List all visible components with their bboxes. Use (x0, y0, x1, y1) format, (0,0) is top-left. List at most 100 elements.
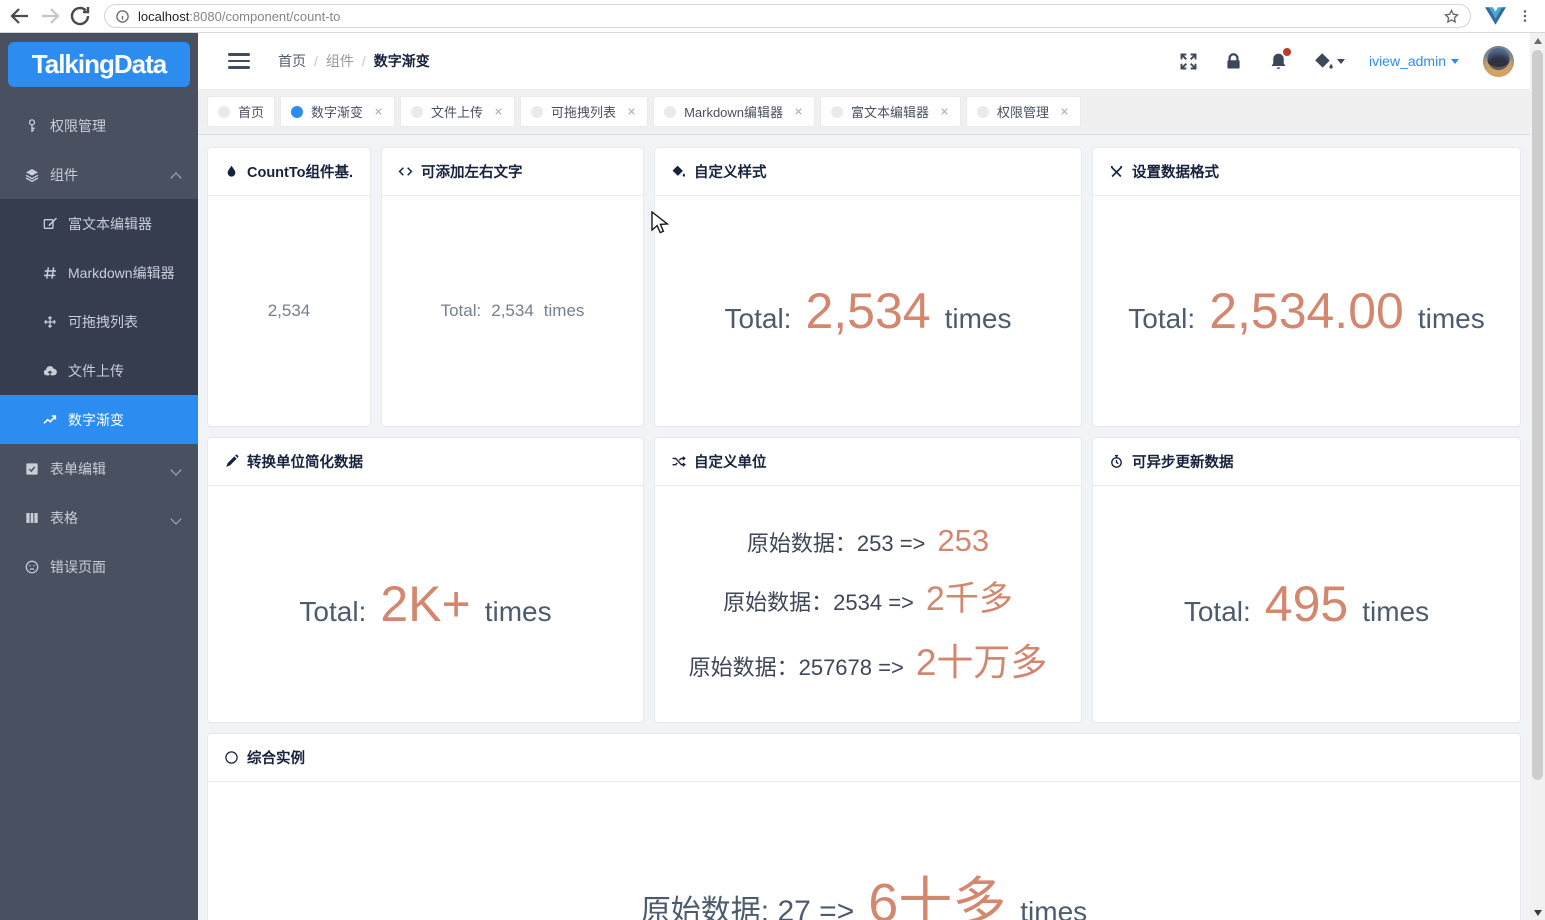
app-logo[interactable]: TalkingData (8, 42, 190, 87)
close-icon[interactable] (793, 106, 804, 117)
tag-dot (291, 105, 304, 118)
globe-icon (224, 750, 239, 765)
scroll-down-arrow-icon[interactable] (1530, 905, 1545, 920)
url-text[interactable]: localhost:8080/component/count-to (138, 9, 340, 24)
scrollbar-thumb[interactable] (1532, 50, 1543, 780)
back-arrow-icon[interactable] (8, 4, 32, 28)
tag-dot (218, 105, 230, 118)
card-title: CountTo组件基... (247, 165, 354, 181)
tag-label: 权限管理 (997, 105, 1050, 120)
username: iview_admin (1368, 53, 1446, 69)
tag-permission[interactable]: 权限管理 (966, 96, 1082, 127)
close-icon[interactable] (373, 106, 384, 117)
breadcrumb-components[interactable]: 组件 (326, 51, 354, 71)
app-header: 首页 / 组件 / 数字渐变 iview_admin (198, 33, 1530, 89)
card-title: 可添加左右文字 (421, 165, 523, 181)
sidebar-item-label: 组件 (50, 166, 78, 183)
sidebar-item-markdown-editor[interactable]: Markdown编辑器 (0, 248, 198, 297)
card-title: 转换单位简化数据 (247, 455, 363, 471)
sidebar-item-label: 错误页面 (50, 558, 106, 575)
tag-label: 富文本编辑器 (851, 105, 930, 120)
forward-arrow-icon[interactable] (38, 4, 62, 28)
sidebar-item-rich-text-editor[interactable]: 富文本编辑器 (0, 199, 198, 248)
close-icon[interactable] (493, 106, 504, 117)
close-icon[interactable] (1059, 106, 1070, 117)
compose-icon (42, 216, 58, 232)
refresh-icon[interactable] (68, 4, 92, 28)
sidebar-item-draggable-list[interactable]: 可拖拽列表 (0, 297, 198, 346)
card-async-update: 可异步更新数据 Total: 495 times (1092, 437, 1521, 723)
user-dropdown[interactable]: iview_admin (1369, 53, 1459, 69)
unit-row: 原始数据：257678 => 2十万多 (688, 641, 1048, 683)
trending-up-icon (42, 412, 58, 428)
lock-icon[interactable] (1223, 51, 1244, 72)
move-icon (42, 314, 58, 330)
sidebar-item-label: 数字渐变 (68, 411, 124, 428)
tag-home[interactable]: 首页 (207, 96, 276, 127)
sad-face-icon (24, 559, 40, 575)
chevron-up-icon (172, 170, 182, 180)
tag-dot (977, 105, 990, 118)
breadcrumb-home[interactable]: 首页 (278, 51, 306, 71)
main-area: 首页 / 组件 / 数字渐变 iview_admin 首页 数字渐变 文件上传 … (198, 33, 1530, 920)
sidebar-item-permission[interactable]: 权限管理 (0, 101, 198, 150)
table-icon (24, 510, 40, 526)
bookmark-star-icon[interactable] (1443, 8, 1460, 25)
vue-devtools-icon[interactable] (1483, 4, 1507, 28)
unit-row: 原始数据：2534 => 2千多 (723, 579, 1013, 618)
pen-icon (224, 454, 239, 469)
card-simplify-unit: 转换单位简化数据 Total: 2K+ times (207, 437, 644, 723)
card-combined-example: 综合实例 原始数据: 27 => 6十多 times (207, 733, 1521, 920)
tag-dot (664, 105, 677, 118)
layers-icon (24, 167, 40, 183)
count-line: Total: 495 times (1183, 576, 1430, 632)
page-scrollbar[interactable] (1530, 33, 1545, 920)
tag-markdown-editor[interactable]: Markdown编辑器 (653, 96, 816, 127)
sidebar-item-table[interactable]: 表格 (0, 493, 198, 542)
paint-bucket-icon (671, 164, 686, 179)
tag-rich-text-editor[interactable]: 富文本编辑器 (820, 96, 962, 127)
app-frame: TalkingData 权限管理 组件 富文本编辑器 Markdown编辑器 可… (0, 33, 1545, 920)
components-submenu: 富文本编辑器 Markdown编辑器 可拖拽列表 文件上传 数字渐变 (0, 199, 198, 444)
sidebar-item-file-upload[interactable]: 文件上传 (0, 346, 198, 395)
key-icon (24, 118, 40, 134)
browser-menu-icon[interactable] (1513, 4, 1537, 28)
header-actions: iview_admin (1178, 45, 1514, 77)
sidebar-item-count-to[interactable]: 数字渐变 (0, 395, 198, 444)
scroll-up-arrow-icon[interactable] (1530, 33, 1545, 48)
card-countto-basic: CountTo组件基... 2,534 (207, 147, 371, 427)
close-icon[interactable] (939, 106, 950, 117)
bell-icon[interactable] (1268, 47, 1291, 72)
tag-file-upload[interactable]: 文件上传 (400, 96, 516, 127)
browser-toolbar: localhost:8080/component/count-to (0, 0, 1545, 33)
water-drop-icon (224, 164, 239, 179)
sidebar-item-error-page[interactable]: 错误页面 (0, 542, 198, 591)
card-prefix-suffix: 可添加左右文字 Total: 2,534 times (381, 147, 644, 427)
tools-icon (1109, 164, 1124, 179)
tag-count-to[interactable]: 数字渐变 (280, 96, 396, 127)
count-line: Total: 2K+ times (299, 576, 552, 632)
cloud-upload-icon (42, 363, 58, 379)
info-icon[interactable] (115, 9, 130, 24)
sidebar-item-label: Markdown编辑器 (68, 264, 175, 281)
address-bar[interactable]: localhost:8080/component/count-to (104, 4, 1471, 28)
sidebar: TalkingData 权限管理 组件 富文本编辑器 Markdown编辑器 可… (0, 33, 198, 920)
sidebar-item-form-editor[interactable]: 表单编辑 (0, 444, 198, 493)
tag-dot (411, 105, 424, 118)
tag-draggable-list[interactable]: 可拖拽列表 (520, 96, 649, 127)
hamburger-menu-icon[interactable] (228, 53, 250, 69)
close-icon[interactable] (626, 106, 637, 117)
code-icon (398, 164, 413, 179)
count-line: Total: 2,534.00 times (1128, 283, 1485, 339)
notification-badge (1282, 47, 1291, 56)
theme-picker[interactable] (1313, 51, 1345, 72)
opened-tags-bar: 首页 数字渐变 文件上传 可拖拽列表 Markdown编辑器 富文本编辑器 权限… (198, 89, 1530, 135)
shuffle-icon (671, 454, 686, 469)
sidebar-item-label: 文件上传 (68, 362, 124, 379)
count-line: 原始数据: 27 => 6十多 times (640, 872, 1088, 920)
count-line: Total: 2,534 times (724, 283, 1012, 339)
sidebar-item-components[interactable]: 组件 (0, 150, 198, 199)
avatar[interactable] (1483, 45, 1514, 77)
checkbox-icon (24, 461, 40, 477)
fullscreen-icon[interactable] (1178, 51, 1199, 72)
